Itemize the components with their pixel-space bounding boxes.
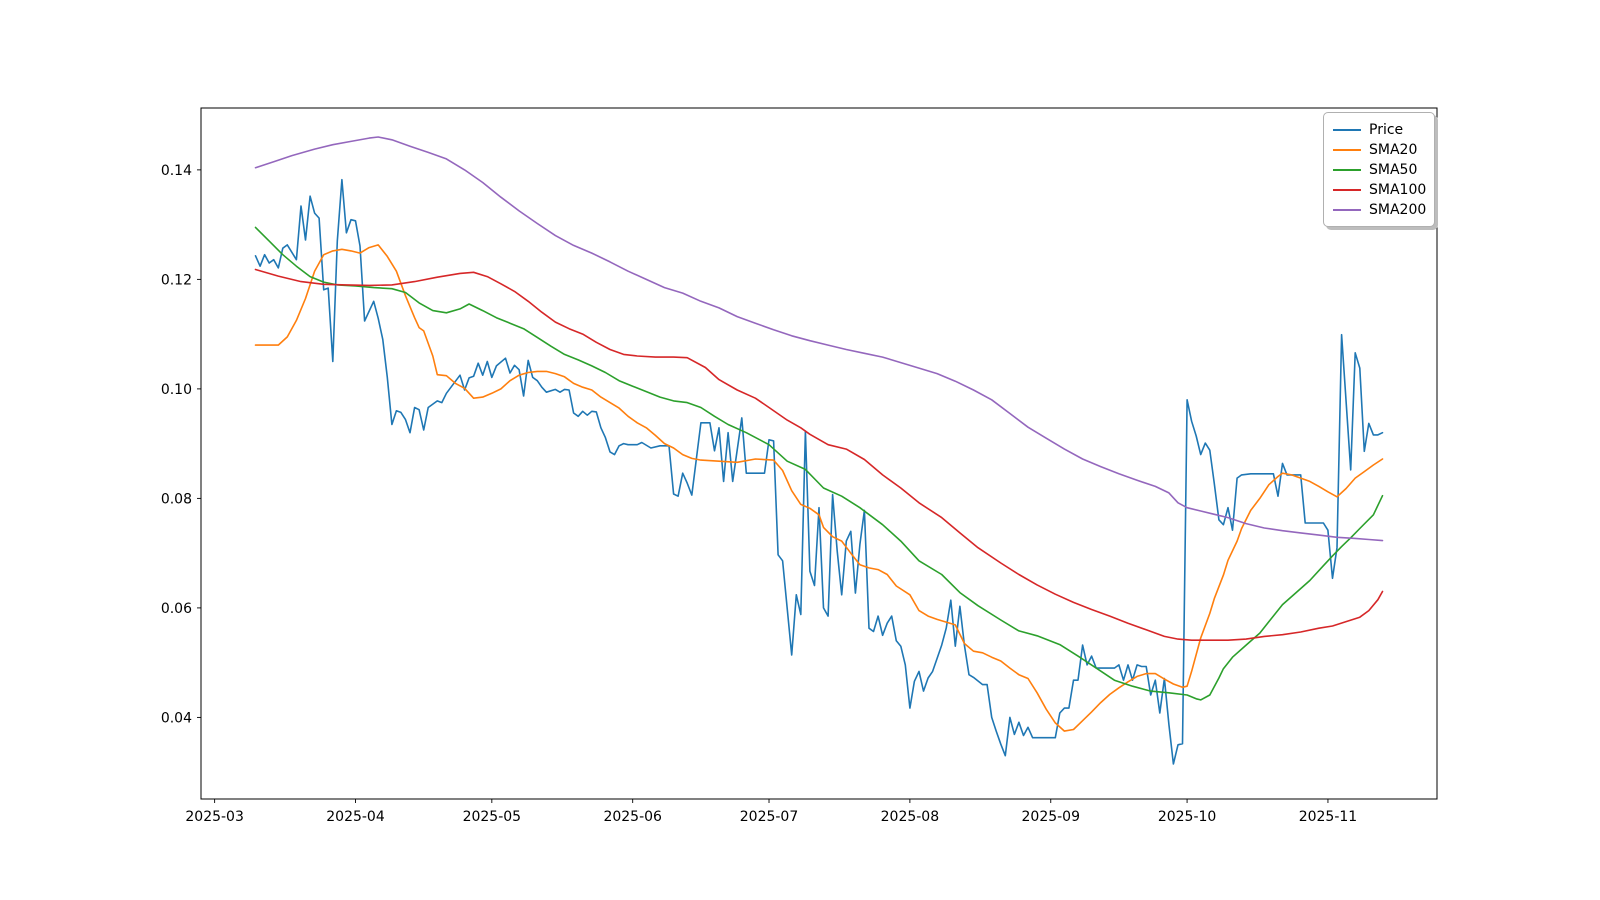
legend-label-sma50: SMA50	[1369, 162, 1418, 178]
y-tick-label: 0.08	[161, 491, 192, 507]
legend-label-price: Price	[1369, 122, 1404, 138]
x-tick-label: 2025-11	[1299, 809, 1358, 825]
y-tick-label: 0.14	[161, 163, 192, 179]
legend-item-sma200: SMA200	[1333, 200, 1427, 220]
legend-swatch-sma200	[1333, 209, 1361, 211]
legend-swatch-sma100	[1333, 189, 1361, 191]
x-tick-label: 2025-09	[1022, 809, 1081, 825]
x-tick-label: 2025-08	[881, 809, 940, 825]
legend-item-sma100: SMA100	[1333, 180, 1427, 200]
x-tick-label: 2025-03	[185, 809, 244, 825]
legend-item-price: Price	[1333, 120, 1425, 140]
series-line-sma50	[254, 226, 1384, 701]
price-sma-chart-figure: 2025-03 2025-04 2025-05 2025-06 2025-07 2025-…	[0, 0, 1600, 900]
y-tick-label: 0.06	[161, 601, 192, 617]
legend-label-sma20: SMA20	[1369, 142, 1418, 158]
x-tick-label: 2025-10	[1158, 809, 1217, 825]
x-tick-label: 2025-05	[463, 809, 522, 825]
x-tick-label: 2025-07	[740, 809, 799, 825]
plot-frame	[200, 107, 1438, 800]
y-tick-label: 0.12	[161, 272, 192, 288]
legend: Price SMA20 SMA50 SMA100 SMA200	[1323, 112, 1435, 227]
legend-swatch-sma50	[1333, 169, 1361, 171]
y-tick-label: 0.04	[161, 710, 192, 726]
legend-item-sma50: SMA50	[1333, 160, 1425, 180]
x-tick-label: 2025-04	[326, 809, 385, 825]
y-tick-label: 0.10	[161, 382, 192, 398]
series-line-sma20	[254, 244, 1384, 732]
x-tick-label: 2025-06	[603, 809, 662, 825]
legend-label-sma100: SMA100	[1369, 182, 1427, 198]
legend-label-sma200: SMA200	[1369, 202, 1427, 218]
series-line-price	[254, 178, 1384, 765]
legend-swatch-price	[1333, 129, 1361, 131]
series-line-sma100	[254, 268, 1384, 642]
legend-swatch-sma20	[1333, 149, 1361, 151]
legend-item-sma20: SMA20	[1333, 140, 1425, 160]
